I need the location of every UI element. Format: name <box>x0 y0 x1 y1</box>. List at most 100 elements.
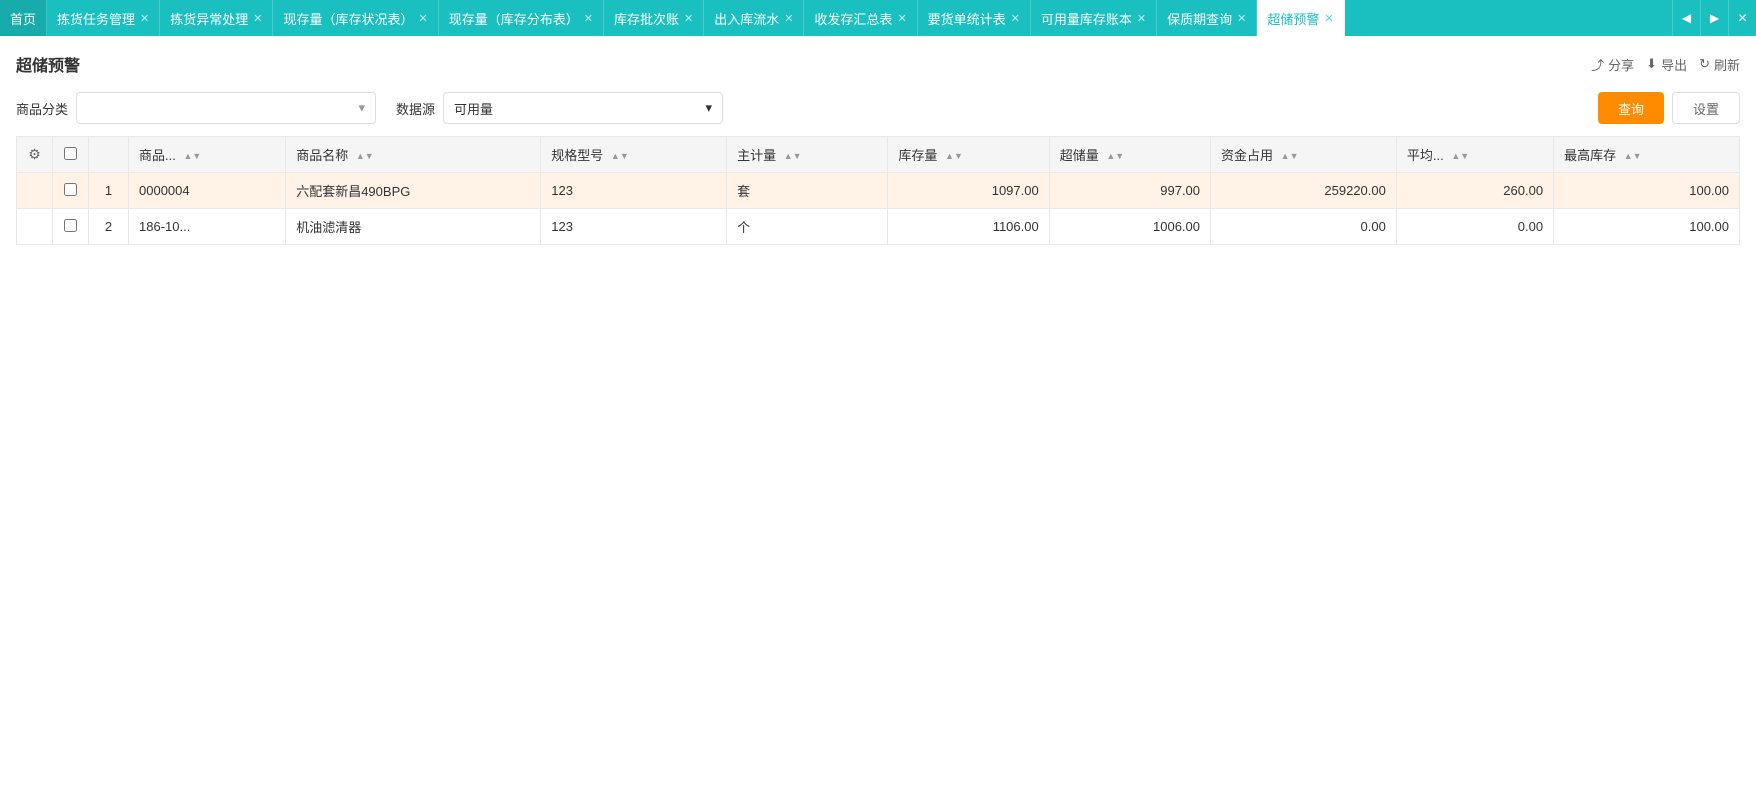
nav-inventory-dist[interactable]: 现存量（库存分布表） ✕ <box>439 0 604 36</box>
nav-recv-send[interactable]: 收发存汇总表 ✕ <box>804 0 917 36</box>
filter-row: 商品分类 ▾ 数据源 可用量 ▾ 查询 设置 <box>16 92 1740 124</box>
page-title: 超储预警 <box>16 52 80 76</box>
share-icon: ⤴ <box>1591 55 1604 74</box>
datasource-dropdown-icon: ▾ <box>706 100 713 116</box>
nav-inout-flow[interactable]: 出入库流水 ✕ <box>704 0 804 36</box>
nav-home[interactable]: 首页 <box>0 0 47 36</box>
data-table: ⚙ 商品... ▲▼ 商品名称 ▲▼ 规格型号 ▲▼ <box>16 136 1740 245</box>
row-checkbox[interactable] <box>64 219 77 232</box>
filter-actions: 查询 设置 <box>1598 92 1740 124</box>
row-overflow: 997.00 <box>1049 173 1210 209</box>
nav-pick-exception[interactable]: 拣货异常处理 ✕ <box>160 0 273 36</box>
category-dropdown-icon: ▾ <box>358 100 365 116</box>
row-unit: 套 <box>727 173 888 209</box>
close-inout-flow[interactable]: ✕ <box>784 12 793 25</box>
row-gear-cell <box>17 173 53 209</box>
th-gear[interactable]: ⚙ <box>17 137 53 173</box>
export-btn[interactable]: ⬇ 导出 <box>1646 55 1687 74</box>
th-max-stock[interactable]: 最高库存 ▲▼ <box>1554 137 1740 173</box>
nav-inventory-batch[interactable]: 库存批次账 ✕ <box>604 0 704 36</box>
th-checkbox[interactable] <box>53 137 89 173</box>
close-inventory-status[interactable]: ✕ <box>419 12 428 25</box>
settings-button[interactable]: 设置 <box>1672 92 1740 124</box>
sort-stock-icon: ▲▼ <box>945 152 963 161</box>
category-select[interactable]: ▾ <box>76 92 376 124</box>
table-header-row: ⚙ 商品... ▲▼ 商品名称 ▲▼ 规格型号 ▲▼ <box>17 137 1740 173</box>
share-btn[interactable]: ⤴ 分享 <box>1591 55 1634 74</box>
close-pick-task[interactable]: ✕ <box>140 12 149 25</box>
sort-unit-icon: ▲▼ <box>784 152 802 161</box>
query-button[interactable]: 查询 <box>1598 92 1664 124</box>
row-unit: 个 <box>727 209 888 245</box>
sort-spec-icon: ▲▼ <box>611 152 629 161</box>
nav-pick-task[interactable]: 拣货任务管理 ✕ <box>47 0 160 36</box>
row-stock: 1106.00 <box>888 209 1049 245</box>
close-overstock-warning[interactable]: ✕ <box>1324 12 1333 25</box>
datasource-filter: 数据源 可用量 ▾ <box>396 92 723 124</box>
table-row: 1 0000004 六配套新昌490BPG 123 套 1097.00 997.… <box>17 173 1740 209</box>
th-code[interactable]: 商品... ▲▼ <box>129 137 286 173</box>
th-name[interactable]: 商品名称 ▲▼ <box>286 137 541 173</box>
row-code: 0000004 <box>129 173 286 209</box>
datasource-select-value: 可用量 <box>454 99 493 118</box>
th-avg[interactable]: 平均... ▲▼ <box>1396 137 1553 173</box>
row-checkbox-cell[interactable] <box>53 173 89 209</box>
refresh-btn[interactable]: ↻ 刷新 <box>1699 55 1740 74</box>
sort-max-stock-icon: ▲▼ <box>1624 152 1642 161</box>
row-avg: 260.00 <box>1396 173 1553 209</box>
header-actions: ⤴ 分享 ⬇ 导出 ↻ 刷新 <box>1591 55 1740 74</box>
datasource-label: 数据源 <box>396 99 435 118</box>
row-checkbox-cell[interactable] <box>53 209 89 245</box>
page-content: 超储预警 ⤴ 分享 ⬇ 导出 ↻ 刷新 商品分类 ▾ <box>0 36 1756 800</box>
gear-icon[interactable]: ⚙ <box>28 146 41 162</box>
row-avg: 0.00 <box>1396 209 1553 245</box>
row-code: 186-10... <box>129 209 286 245</box>
nav-expiry-query[interactable]: 保质期查询 ✕ <box>1157 0 1257 36</box>
row-capital: 259220.00 <box>1211 173 1397 209</box>
close-inventory-dist[interactable]: ✕ <box>584 12 593 25</box>
table-row: 2 186-10... 机油滤清器 123 个 1106.00 1006.00 … <box>17 209 1740 245</box>
close-expiry-query[interactable]: ✕ <box>1237 12 1246 25</box>
row-num: 2 <box>89 209 129 245</box>
row-capital: 0.00 <box>1211 209 1397 245</box>
export-icon: ⬇ <box>1646 56 1657 72</box>
row-name: 六配套新昌490BPG <box>286 173 541 209</box>
sort-overflow-icon: ▲▼ <box>1106 152 1124 161</box>
nav-available-ledger[interactable]: 可用量库存账本 ✕ <box>1031 0 1157 36</box>
category-filter: 商品分类 ▾ <box>16 92 376 124</box>
datasource-select[interactable]: 可用量 ▾ <box>443 92 723 124</box>
nav-inventory-status[interactable]: 现存量（库存状况表） ✕ <box>273 0 438 36</box>
refresh-icon: ↻ <box>1699 56 1710 72</box>
sort-capital-icon: ▲▼ <box>1281 152 1299 161</box>
close-order-stat[interactable]: ✕ <box>1011 12 1020 25</box>
row-name: 机油滤清器 <box>286 209 541 245</box>
category-label: 商品分类 <box>16 99 68 118</box>
nav-order-stat[interactable]: 要货单统计表 ✕ <box>918 0 1031 36</box>
row-max-stock: 100.00 <box>1554 209 1740 245</box>
th-num <box>89 137 129 173</box>
sort-name-icon: ▲▼ <box>356 152 374 161</box>
nav-close-btn[interactable]: ✕ <box>1728 0 1756 36</box>
close-inventory-batch[interactable]: ✕ <box>684 12 693 25</box>
nav-next-btn[interactable]: ▶ <box>1700 0 1728 36</box>
row-overflow: 1006.00 <box>1049 209 1210 245</box>
th-capital[interactable]: 资金占用 ▲▼ <box>1211 137 1397 173</box>
sort-avg-icon: ▲▼ <box>1451 152 1469 161</box>
close-available-ledger[interactable]: ✕ <box>1137 12 1146 25</box>
row-checkbox[interactable] <box>64 183 77 196</box>
nav-prev-btn[interactable]: ◀ <box>1672 0 1700 36</box>
close-recv-send[interactable]: ✕ <box>897 12 906 25</box>
th-overflow[interactable]: 超储量 ▲▼ <box>1049 137 1210 173</box>
row-spec: 123 <box>541 173 727 209</box>
row-max-stock: 100.00 <box>1554 173 1740 209</box>
th-stock[interactable]: 库存量 ▲▼ <box>888 137 1049 173</box>
top-navigation: 首页 拣货任务管理 ✕ 拣货异常处理 ✕ 现存量（库存状况表） ✕ 现存量（库存… <box>0 0 1756 36</box>
nav-overstock-warning[interactable]: 超储预警 ✕ <box>1257 0 1344 36</box>
close-pick-exception[interactable]: ✕ <box>253 12 262 25</box>
page-header: 超储预警 ⤴ 分享 ⬇ 导出 ↻ 刷新 <box>16 52 1740 76</box>
th-unit[interactable]: 主计量 ▲▼ <box>727 137 888 173</box>
th-spec[interactable]: 规格型号 ▲▼ <box>541 137 727 173</box>
sort-code-icon: ▲▼ <box>183 152 201 161</box>
select-all-checkbox[interactable] <box>64 147 77 160</box>
row-spec: 123 <box>541 209 727 245</box>
